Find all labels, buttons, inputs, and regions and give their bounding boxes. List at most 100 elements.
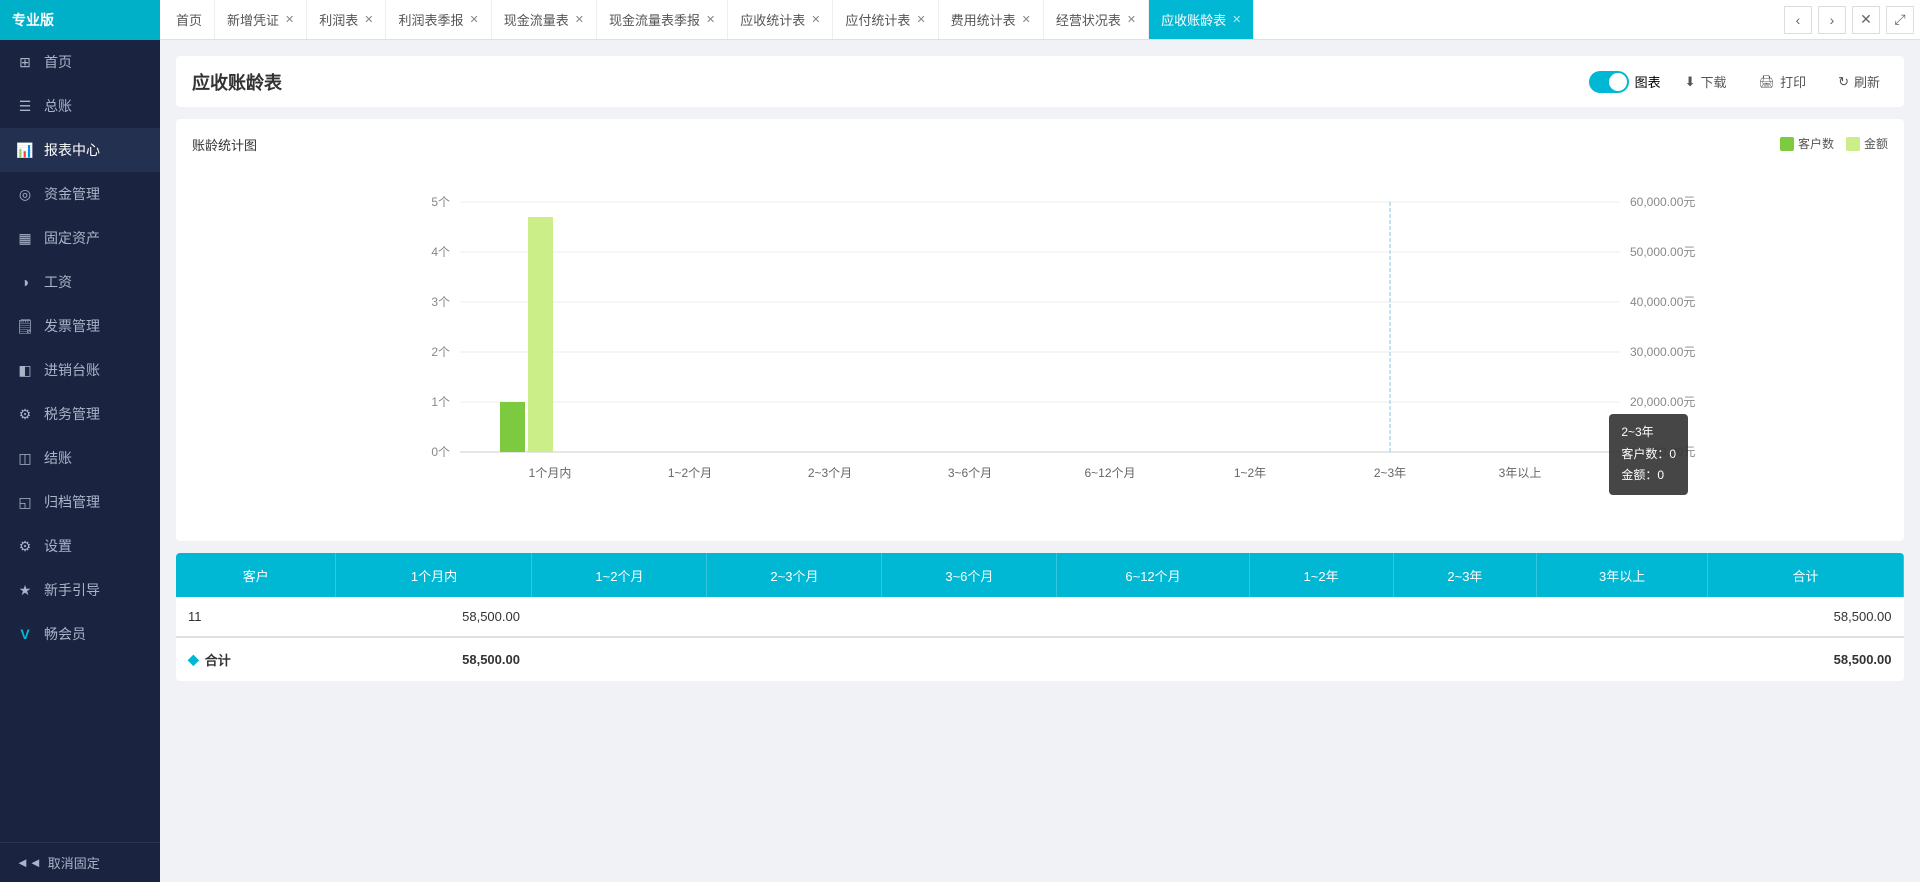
sales-icon: ◧: [16, 362, 34, 379]
cell-y12: [1249, 597, 1393, 637]
col-header-m23: 2~3个月: [707, 553, 882, 597]
tab-close-expense-stats[interactable]: ✕: [1022, 13, 1031, 26]
sidebar-item-tax[interactable]: ⚙ 税务管理: [0, 392, 160, 436]
cell-m23: [707, 597, 882, 637]
cell-m36: [882, 597, 1057, 637]
svg-text:1个: 1个: [431, 395, 450, 409]
tab-close-cashflow-quarter[interactable]: ✕: [706, 13, 715, 26]
tab-biz-status[interactable]: 经营状况表 ✕: [1044, 0, 1149, 40]
footer-label: ◆ 合计: [176, 637, 336, 681]
tab-ar-stats[interactable]: 应收统计表 ✕: [728, 0, 833, 40]
table-header-row: 客户 1个月内 1~2个月 2~3个月 3~6个月 6~12个月 1~2年 2~…: [176, 553, 1904, 597]
tab-close-voucher[interactable]: ✕: [285, 13, 294, 26]
tab-voucher[interactable]: 新增凭证 ✕: [215, 0, 307, 40]
refresh-button[interactable]: ↻ 刷新: [1830, 68, 1888, 95]
svg-text:3年以上: 3年以上: [1499, 466, 1542, 480]
salary-icon: ◑: [16, 274, 34, 290]
tab-close-biz-status[interactable]: ✕: [1127, 13, 1136, 26]
sidebar-item-guide[interactable]: ★ 新手引导: [0, 568, 160, 612]
sidebar-item-vip[interactable]: V 畅会员: [0, 612, 160, 656]
svg-text:1~2年: 1~2年: [1234, 466, 1266, 480]
col-header-y23: 2~3年: [1393, 553, 1537, 597]
tab-home[interactable]: 首页: [164, 0, 215, 40]
sidebar-item-settings[interactable]: ⚙ 设置: [0, 524, 160, 568]
tab-cashflow-quarter[interactable]: 现金流量表季报 ✕: [597, 0, 728, 40]
tab-close-ar-stats[interactable]: ✕: [811, 13, 820, 26]
footer-m1: 58,500.00: [336, 637, 532, 681]
chart-title: 账龄统计图: [192, 135, 1888, 154]
tab-ap-stats[interactable]: 应付统计表 ✕: [833, 0, 938, 40]
sidebar-item-salary[interactable]: ◑ 工资: [0, 260, 160, 304]
footer-m12: [532, 637, 707, 681]
download-icon: ⬇: [1685, 74, 1696, 90]
sidebar-item-funds[interactable]: ◎ 资金管理: [0, 172, 160, 216]
tax-icon: ⚙: [16, 406, 34, 423]
legend-amount: 金额: [1846, 135, 1888, 152]
tab-prev-button[interactable]: ‹: [1784, 6, 1812, 34]
svg-text:3~6个月: 3~6个月: [948, 466, 992, 480]
sidebar-item-archive[interactable]: ◱ 归档管理: [0, 480, 160, 524]
home-icon: ⊞: [16, 54, 34, 71]
tab-close-cashflow[interactable]: ✕: [575, 13, 584, 26]
svg-text:20,000.00元: 20,000.00元: [1630, 395, 1695, 409]
unpin-button[interactable]: ◄◄ 取消固定: [0, 842, 160, 882]
print-button[interactable]: 🖨 打印: [1751, 68, 1815, 95]
chart-toggle-label: 图表: [1635, 72, 1661, 91]
sidebar-item-invoice[interactable]: 🗒 发票管理: [0, 304, 160, 348]
chart-toggle-wrap: 图表: [1589, 71, 1661, 93]
tab-close-all-button[interactable]: ✕: [1852, 6, 1880, 34]
sidebar-item-assets[interactable]: ▦ 固定资产: [0, 216, 160, 260]
cell-y23: [1393, 597, 1537, 637]
chart-container: 5个 4个 3个 2个 1个 0个 60,000.00元 50,000.00元 …: [192, 162, 1888, 525]
col-header-total: 合计: [1707, 553, 1903, 597]
svg-text:1~2个月: 1~2个月: [668, 466, 712, 480]
footer-m36: [882, 637, 1057, 681]
bar-customer-m1: [500, 402, 525, 452]
footer-y12: [1249, 637, 1393, 681]
tab-ar-aging[interactable]: 应收账龄表 ✕: [1149, 0, 1254, 40]
svg-text:4个: 4个: [431, 245, 450, 259]
col-header-m1: 1个月内: [336, 553, 532, 597]
funds-icon: ◎: [16, 186, 34, 203]
sidebar-item-sales[interactable]: ◧ 进销台账: [0, 348, 160, 392]
sidebar-item-reports[interactable]: 📊 报表中心: [0, 128, 160, 172]
tab-profit-quarter[interactable]: 利润表季报 ✕: [386, 0, 491, 40]
sidebar-item-ledger[interactable]: ☰ 总账: [0, 84, 160, 128]
download-button[interactable]: ⬇ 下载: [1677, 68, 1735, 95]
legend-color-amount: [1846, 137, 1860, 151]
tab-profit[interactable]: 利润表 ✕: [307, 0, 386, 40]
svg-text:2个: 2个: [431, 345, 450, 359]
svg-text:30,000.00元: 30,000.00元: [1630, 345, 1695, 359]
tab-close-profit-quarter[interactable]: ✕: [470, 13, 479, 26]
tab-cashflow[interactable]: 现金流量表 ✕: [492, 0, 597, 40]
svg-text:0个: 0个: [431, 445, 450, 459]
tab-expense-stats[interactable]: 费用统计表 ✕: [939, 0, 1044, 40]
tab-close-profit[interactable]: ✕: [364, 13, 373, 26]
tooltip-label: 2~3年: [1621, 422, 1676, 444]
cell-customer: 11: [176, 597, 336, 637]
svg-text:3个: 3个: [431, 295, 450, 309]
tab-close-ar-aging[interactable]: ✕: [1232, 13, 1241, 26]
page-title: 应收账龄表: [192, 69, 282, 95]
col-header-m612: 6~12个月: [1057, 553, 1249, 597]
footer-y23: [1393, 637, 1537, 681]
sidebar-item-close[interactable]: ◫ 结账: [0, 436, 160, 480]
tooltip-amount: 金额：0: [1621, 465, 1676, 487]
toggle-knob: [1609, 73, 1627, 91]
tooltip-customer-count: 客户数：0: [1621, 444, 1676, 466]
sidebar: 专业版 ⊞ 首页 ☰ 总账 📊 报表中心 ◎ 资金管理 ▦ 固定资产 ◑ 工资 …: [0, 0, 160, 882]
cell-m1: 58,500.00: [336, 597, 532, 637]
tab-close-ap-stats[interactable]: ✕: [916, 13, 925, 26]
col-header-y3plus: 3年以上: [1537, 553, 1708, 597]
chart-toggle[interactable]: [1589, 71, 1629, 93]
table-footer-row: ◆ 合计 58,500.00 58,500.00: [176, 637, 1904, 681]
main-area: 首页 新增凭证 ✕ 利润表 ✕ 利润表季报 ✕ 现金流量表 ✕ 现金流量表季报 …: [160, 0, 1920, 882]
svg-text:1个月内: 1个月内: [529, 466, 572, 480]
chart-legend: 客户数 金额: [1780, 135, 1888, 152]
tab-next-button[interactable]: ›: [1818, 6, 1846, 34]
tab-fullscreen-button[interactable]: ⤢: [1886, 6, 1914, 34]
svg-text:6~12个月: 6~12个月: [1084, 466, 1135, 480]
sidebar-item-home[interactable]: ⊞ 首页: [0, 40, 160, 84]
guide-icon: ★: [16, 582, 34, 599]
refresh-icon: ↻: [1838, 74, 1849, 90]
